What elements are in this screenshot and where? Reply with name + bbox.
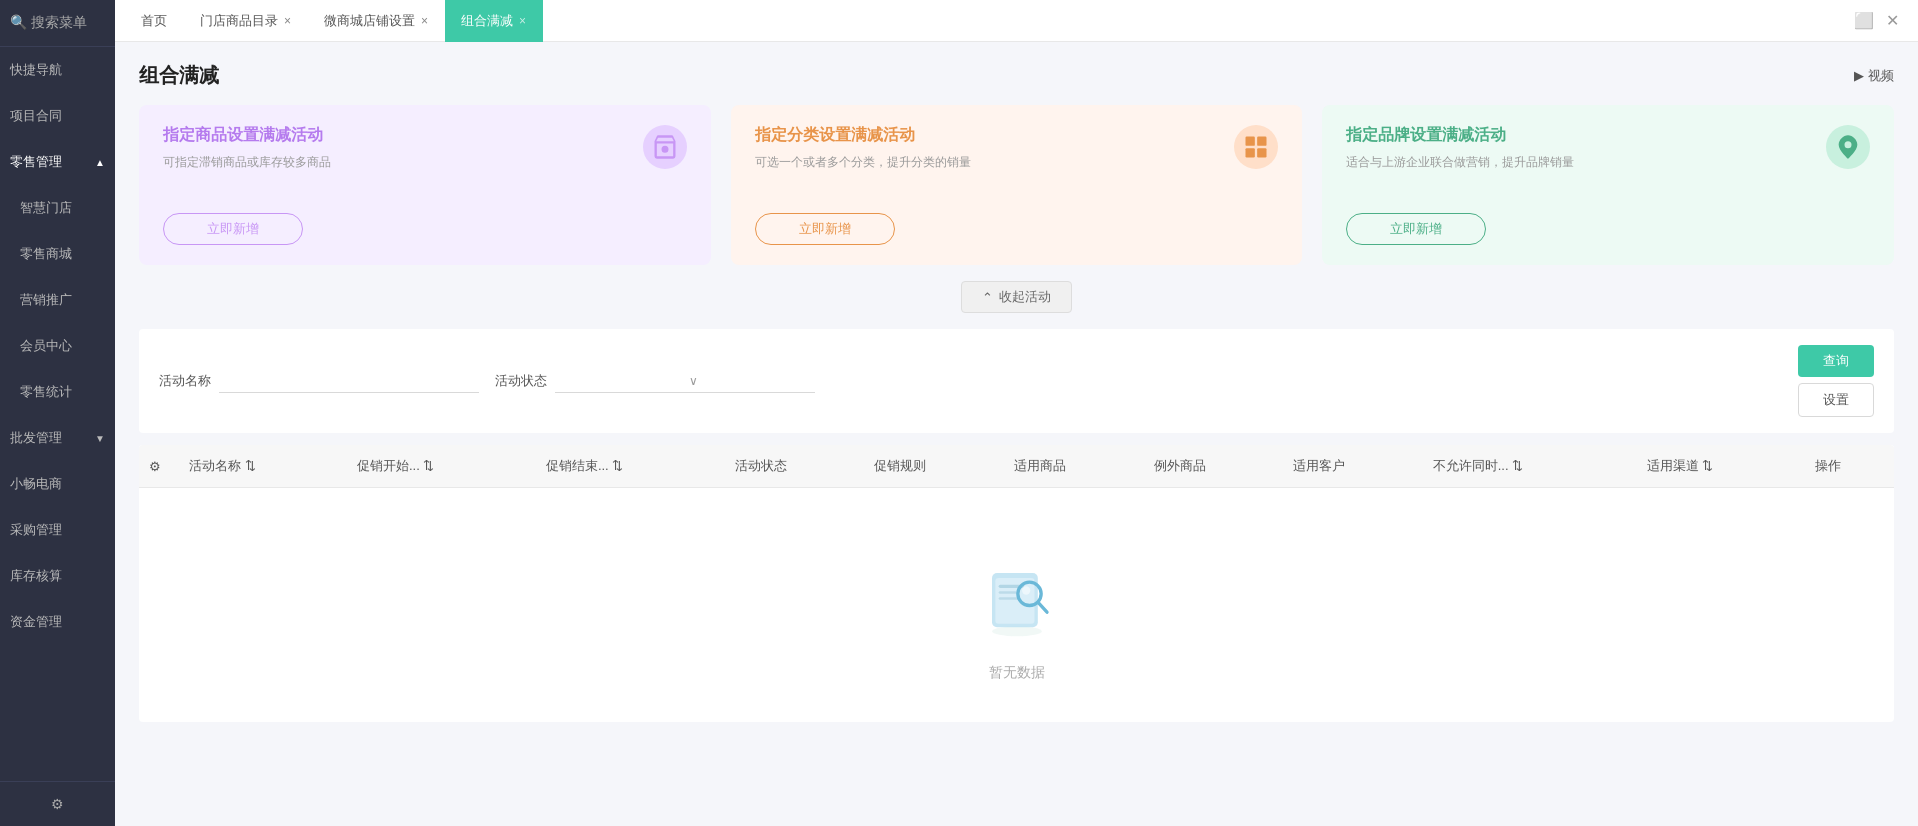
col-rule: 促销规则: [864, 445, 1004, 488]
card-category-title: 指定分类设置满减活动: [755, 125, 1279, 146]
empty-state: 暂无数据: [139, 488, 1894, 722]
card-brand-title: 指定品牌设置满减活动: [1346, 125, 1870, 146]
sidebar-item-marketing[interactable]: 营销推广: [0, 277, 115, 323]
card-brand: 指定品牌设置满减活动 适合与上游企业联合做营销，提升品牌销量 立即新增: [1322, 105, 1894, 265]
gear-icon: ⚙: [51, 796, 64, 812]
sidebar-item-smart-store[interactable]: 智慧门店: [0, 185, 115, 231]
search-bar: 活动名称 活动状态 ∨ 查询 设置: [139, 329, 1894, 433]
collapse-activity-btn[interactable]: ⌃ 收起活动: [961, 281, 1072, 313]
sidebar-item-retail-mall[interactable]: 零售商城: [0, 231, 115, 277]
tab-wechat-shop[interactable]: 微商城店铺设置 ×: [308, 0, 445, 42]
window-controls: ⬜ ✕: [1854, 11, 1908, 30]
svg-line-11: [1037, 602, 1046, 612]
dropdown-chevron-icon: ∨: [689, 374, 815, 388]
col-action: 操作: [1805, 445, 1894, 488]
table-header-row: ⚙ 活动名称 ⇅ 促销开始... ⇅ 促销结束... ⇅ 活动状态: [139, 445, 1894, 488]
play-icon: ▶: [1854, 68, 1864, 83]
tab-combo-discount[interactable]: 组合满减 ×: [445, 0, 543, 42]
card-category-add-btn[interactable]: 立即新增: [755, 213, 895, 245]
col-status: 活动状态: [725, 445, 865, 488]
sidebar-item-funds-mgmt[interactable]: 资金管理: [0, 599, 115, 645]
cards-row: 指定商品设置满减活动 可指定滞销商品或库存较多商品 立即新增 指定分类设置满减活…: [139, 105, 1894, 265]
setting-button[interactable]: 设置: [1798, 383, 1874, 417]
data-table-wrapper: ⚙ 活动名称 ⇅ 促销开始... ⇅ 促销结束... ⇅ 活动状态: [139, 445, 1894, 722]
activity-name-label: 活动名称: [159, 372, 211, 390]
sidebar-item-project-contract[interactable]: 项目合同: [0, 93, 115, 139]
gear-icon: ⚙: [149, 459, 161, 474]
chevron-down-icon: ▼: [95, 433, 105, 444]
svg-point-12: [1022, 586, 1030, 594]
activity-name-input[interactable]: [219, 369, 479, 393]
col-name[interactable]: 活动名称 ⇅: [179, 445, 347, 488]
svg-rect-0: [1246, 137, 1255, 146]
page-header: 组合满减 ▶ 视频: [139, 62, 1894, 89]
sidebar-settings[interactable]: ⚙: [0, 781, 115, 826]
col-start[interactable]: 促销开始... ⇅: [347, 445, 536, 488]
maximize-button[interactable]: ⬜: [1854, 11, 1874, 30]
sidebar-item-retail-stats[interactable]: 零售统计: [0, 369, 115, 415]
svg-rect-1: [1258, 137, 1267, 146]
card-product-desc: 可指定滞销商品或库存较多商品: [163, 154, 687, 171]
tab-home[interactable]: 首页: [125, 0, 184, 42]
col-no-concurrent[interactable]: 不允许同时... ⇅: [1423, 445, 1637, 488]
tab-close-wechat-shop[interactable]: ×: [421, 0, 428, 42]
activity-status-field: 活动状态 ∨: [495, 370, 815, 393]
svg-rect-8: [998, 591, 1016, 594]
sidebar-item-xiaochang[interactable]: 小畅电商: [0, 461, 115, 507]
page-title: 组合满减: [139, 62, 219, 89]
svg-rect-3: [1258, 148, 1267, 157]
query-button[interactable]: 查询: [1798, 345, 1874, 377]
card-brand-desc: 适合与上游企业联合做营销，提升品牌销量: [1346, 154, 1870, 171]
empty-illustration: [967, 548, 1067, 648]
col-gear[interactable]: ⚙: [139, 445, 179, 488]
card-product-add-btn[interactable]: 立即新增: [163, 213, 303, 245]
chevron-up-icon: ▲: [95, 157, 105, 168]
sidebar-item-inventory[interactable]: 库存核算: [0, 553, 115, 599]
sidebar-item-purchase-mgmt[interactable]: 采购管理: [0, 507, 115, 553]
card-category: 指定分类设置满减活动 可选一个或者多个分类，提升分类的销量 立即新增: [731, 105, 1303, 265]
sidebar-item-retail-mgmt[interactable]: 零售管理 ▲: [0, 139, 115, 185]
sidebar-item-member-center[interactable]: 会员中心: [0, 323, 115, 369]
tab-close-store-catalog[interactable]: ×: [284, 0, 291, 42]
search-icon: 🔍: [10, 14, 31, 30]
sidebar-search[interactable]: 🔍 搜索菜单: [0, 0, 115, 47]
close-button[interactable]: ✕: [1882, 11, 1902, 30]
tab-close-combo-discount[interactable]: ×: [519, 0, 526, 42]
search-actions: 查询 设置: [1798, 345, 1874, 417]
activity-status-select[interactable]: ∨: [555, 370, 815, 393]
activity-name-field: 活动名称: [159, 369, 479, 393]
card-product-title: 指定商品设置满减活动: [163, 125, 687, 146]
card-product: 指定商品设置满减活动 可指定滞销商品或库存较多商品 立即新增: [139, 105, 711, 265]
video-link[interactable]: ▶ 视频: [1854, 67, 1894, 85]
main-area: 首页 门店商品目录 × 微商城店铺设置 × 组合满减 × ⬜ ✕ 组合满减 ▶ …: [115, 0, 1918, 826]
data-table: ⚙ 活动名称 ⇅ 促销开始... ⇅ 促销结束... ⇅ 活动状态: [139, 445, 1894, 488]
tab-store-catalog[interactable]: 门店商品目录 ×: [184, 0, 308, 42]
col-customer: 适用客户: [1283, 445, 1423, 488]
empty-text: 暂无数据: [159, 664, 1874, 682]
activity-status-label: 活动状态: [495, 372, 547, 390]
card-category-desc: 可选一个或者多个分类，提升分类的销量: [755, 154, 1279, 171]
col-goods: 适用商品: [1004, 445, 1144, 488]
chevron-up-icon: ⌃: [982, 290, 993, 305]
col-end[interactable]: 促销结束... ⇅: [536, 445, 725, 488]
card-brand-icon: [1826, 125, 1870, 169]
card-brand-add-btn[interactable]: 立即新增: [1346, 213, 1486, 245]
sidebar-item-wholesale-mgmt[interactable]: 批发管理 ▼: [0, 415, 115, 461]
col-except: 例外商品: [1144, 445, 1284, 488]
svg-point-4: [992, 626, 1042, 636]
page-content: 组合满减 ▶ 视频 指定商品设置满减活动 可指定滞销商品或库存较多商品 立即新增: [115, 42, 1918, 826]
collapse-bar: ⌃ 收起活动: [139, 281, 1894, 313]
sidebar-item-quick-nav[interactable]: 快捷导航: [0, 47, 115, 93]
svg-rect-2: [1246, 148, 1255, 157]
sidebar: 🔍 搜索菜单 快捷导航 项目合同 零售管理 ▲ 智慧门店 零售商城 营销推广 会…: [0, 0, 115, 826]
card-product-icon: [643, 125, 687, 169]
tab-bar: 首页 门店商品目录 × 微商城店铺设置 × 组合满减 × ⬜ ✕: [115, 0, 1918, 42]
col-channel[interactable]: 适用渠道 ⇅: [1637, 445, 1805, 488]
